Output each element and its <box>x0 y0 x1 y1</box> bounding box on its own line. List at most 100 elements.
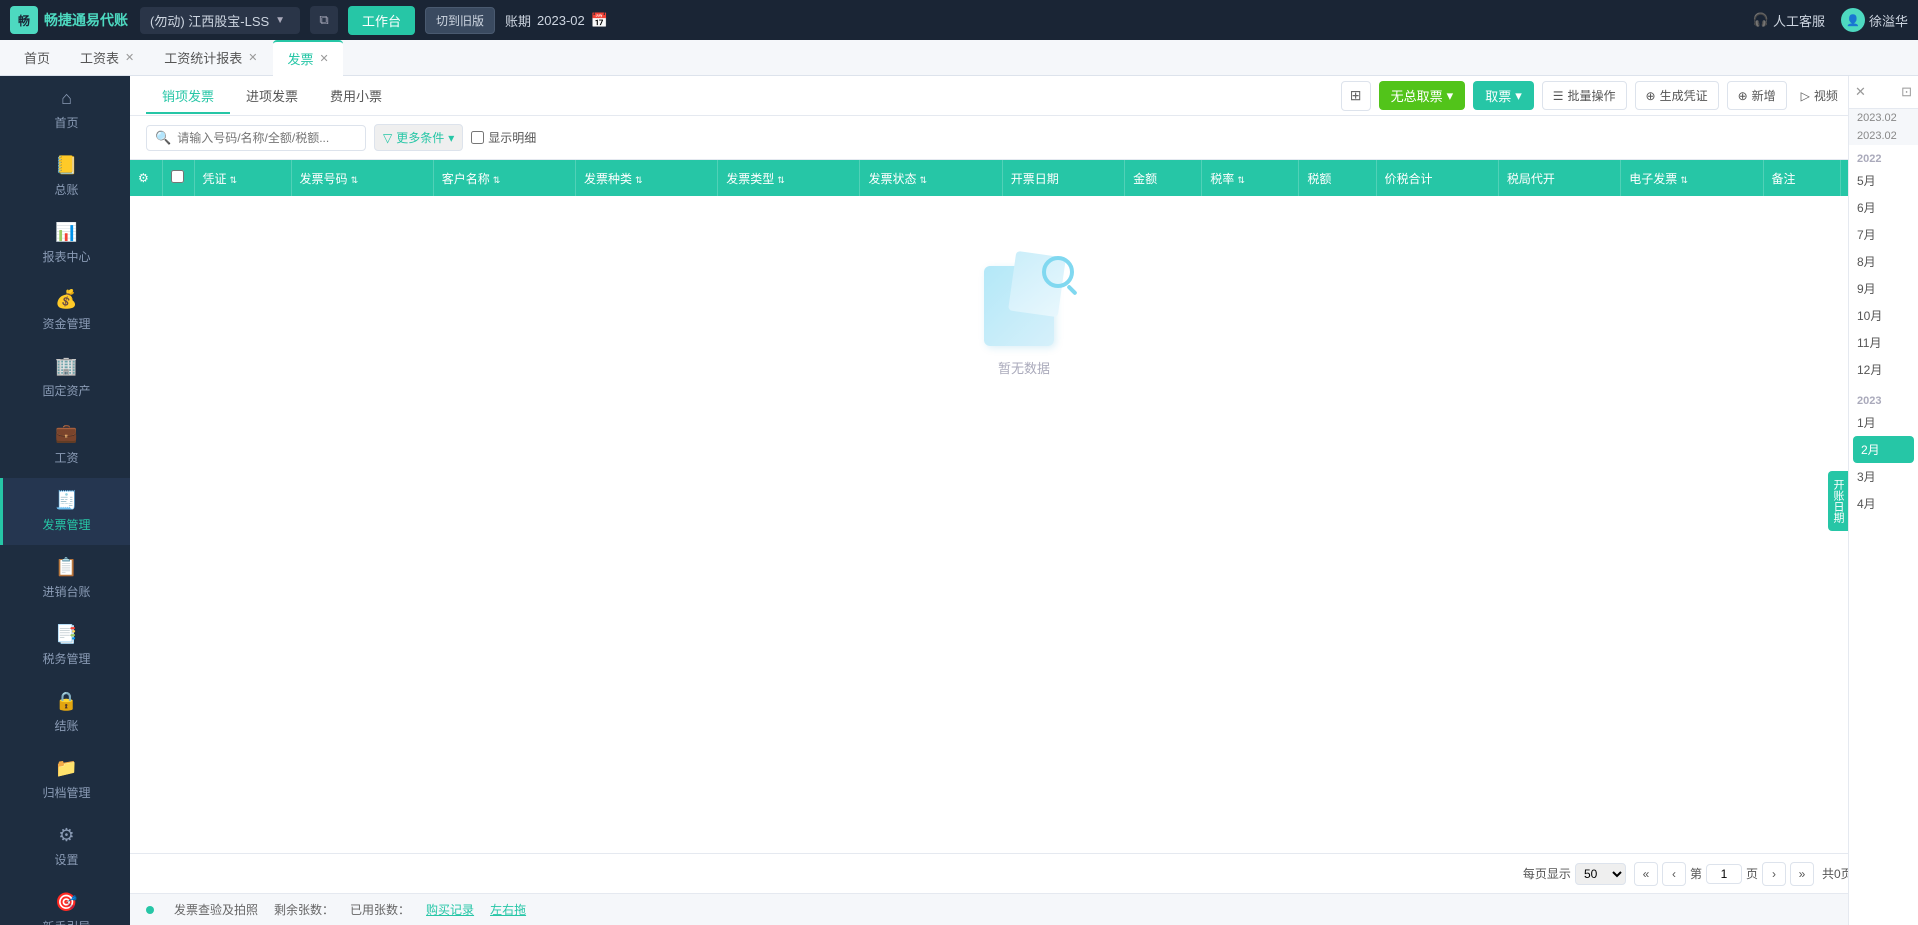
company-dropdown-arrow: ▼ <box>275 15 285 26</box>
last-page-button[interactable]: » <box>1790 862 1814 886</box>
drag-hint-link[interactable]: 左右拖 <box>490 901 526 918</box>
closing-icon: 🔒 <box>55 691 77 712</box>
th-tax-code: 税局代开 <box>1498 160 1620 196</box>
th-customer: 客户名称⇅ <box>433 160 575 196</box>
page-size-dropdown[interactable]: 50 10 20 100 <box>1575 863 1626 885</box>
buy-records-link[interactable]: 购买记录 <box>426 901 474 918</box>
sidebar-item-purchase-sales[interactable]: 📋 进销台账 <box>0 545 130 612</box>
date-panel-close-icon[interactable]: ✕ <box>1855 84 1866 100</box>
date-month-5[interactable]: 5月 <box>1849 167 1918 194</box>
date-month-2023-4[interactable]: 4月 <box>1849 490 1918 517</box>
no-tax-dropdown-icon: ▾ <box>1447 88 1454 104</box>
next-page-button[interactable]: › <box>1762 862 1786 886</box>
sidebar-archive-label: 归档管理 <box>42 784 90 801</box>
prev-page-button[interactable]: ‹ <box>1662 862 1686 886</box>
search-input[interactable] <box>177 131 357 145</box>
tab-invoice[interactable]: 发票 ✕ <box>273 40 342 76</box>
video-button[interactable]: ▷ 视频 <box>1795 82 1844 109</box>
open-period-side-btn[interactable]: 开账日期 <box>1828 471 1848 531</box>
date-month-10[interactable]: 10月 <box>1849 302 1918 329</box>
copy-icon-btn[interactable]: ⧉ <box>310 6 338 34</box>
sidebar-item-invoice[interactable]: 🧾 发票管理 <box>0 478 130 545</box>
sub-tabs: 销项发票 进项发票 费用小票 ⊞ 无总取票 ▾ 取票 ▾ ☰ <box>130 76 1918 116</box>
finance-icon: 💰 <box>55 289 77 310</box>
sidebar-item-reports[interactable]: 📊 报表中心 <box>0 210 130 277</box>
switch-old-button[interactable]: 切到旧版 <box>425 7 495 34</box>
company-selector[interactable]: (勿动) 江西股宝-LSS ▼ <box>140 7 300 34</box>
tab-invoice-label: 发票 <box>287 49 313 68</box>
reports-icon: 📊 <box>55 222 77 243</box>
purchase-sales-icon: 📋 <box>55 557 77 578</box>
sidebar-item-home[interactable]: ⌂ 首页 <box>0 76 130 143</box>
sidebar-ledger-label: 总账 <box>54 181 78 198</box>
th-settings: ⚙ <box>130 160 162 196</box>
gen-voucher-button[interactable]: ⊕ 生成凭证 <box>1635 81 1719 110</box>
current-page-input[interactable] <box>1706 864 1742 884</box>
video-label: 视频 <box>1814 87 1838 104</box>
human-service-button[interactable]: 🎧 人工客服 <box>1753 11 1825 30</box>
tab-salary-report-label: 工资统计报表 <box>164 48 242 67</box>
pagination-bar: 每页显示 50 10 20 100 « ‹ 第 页 › » 共0页, 0条记录 <box>130 853 1918 893</box>
sidebar-item-guide[interactable]: 🎯 新手引导 <box>0 880 130 925</box>
date-month-6[interactable]: 6月 <box>1849 194 1918 221</box>
date-month-9[interactable]: 9月 <box>1849 275 1918 302</box>
video-icon: ▷ <box>1801 89 1810 103</box>
sidebar-item-finance[interactable]: 💰 资金管理 <box>0 277 130 344</box>
sidebar-purchase-sales-label: 进销台账 <box>42 583 90 600</box>
show-detail-checkbox[interactable] <box>471 131 484 144</box>
sidebar-item-tax[interactable]: 📑 税务管理 <box>0 612 130 679</box>
tax-label: 取票 <box>1485 86 1511 105</box>
sidebar-item-archive[interactable]: 📁 归档管理 <box>0 746 130 813</box>
tab-home[interactable]: 首页 <box>10 40 64 76</box>
new-button[interactable]: ⊕ 新增 <box>1727 81 1787 110</box>
date-month-12[interactable]: 12月 <box>1849 356 1918 383</box>
sidebar-item-settings[interactable]: ⚙ 设置 <box>0 813 130 880</box>
tab-salary-close[interactable]: ✕ <box>125 51 134 64</box>
tax-button[interactable]: 取票 ▾ <box>1473 81 1534 110</box>
sub-tab-expense-receipt[interactable]: 费用小票 <box>314 78 398 113</box>
sidebar-item-general-ledger[interactable]: 📒 总账 <box>0 143 130 210</box>
page-size-label: 每页显示 <box>1523 865 1571 882</box>
sidebar-item-salary[interactable]: 💼 工资 <box>0 411 130 478</box>
status-bar: 发票查验及拍照 剩余张数： 已用张数： 购买记录 左右拖 <box>130 893 1918 925</box>
search-input-wrap[interactable]: 🔍 <box>146 125 366 151</box>
tab-salary-report[interactable]: 工资统计报表 ✕ <box>150 40 271 76</box>
sidebar-item-closing[interactable]: 🔒 结账 <box>0 679 130 746</box>
top-header: 畅 畅捷通易代账 (勿动) 江西股宝-LSS ▼ ⧉ 工作台 切到旧版 账期 2… <box>0 0 1918 40</box>
date-month-7[interactable]: 7月 <box>1849 221 1918 248</box>
date-month-2023-2[interactable]: 2月 <box>1853 436 1914 463</box>
logo-icon: 畅 <box>10 6 38 34</box>
date-period-row-2: 2023.02 <box>1849 127 1918 145</box>
user-area[interactable]: 👤 徐溢华 <box>1841 8 1908 32</box>
year-label-2023: 2023 <box>1849 391 1918 409</box>
filter-button[interactable]: ▽ 更多条件 ▾ <box>374 124 463 151</box>
date-section-2023: 2023 1月 2月 3月 4月 <box>1849 387 1918 521</box>
date-month-11[interactable]: 11月 <box>1849 329 1918 356</box>
sidebar-settings-label: 设置 <box>54 851 78 868</box>
invoice-table: ⚙ 凭证⇅ 发票号码⇅ 客户名称⇅ 发票种类⇅ 发票类型⇅ 发票状态⇅ 开票日期… <box>130 160 1918 196</box>
empty-icon <box>974 256 1074 346</box>
sidebar-home-label: 首页 <box>54 114 78 131</box>
filter-dropdown-icon: ▾ <box>448 131 454 145</box>
date-month-2023-1[interactable]: 1月 <box>1849 409 1918 436</box>
date-month-8[interactable]: 8月 <box>1849 248 1918 275</box>
tab-invoice-close[interactable]: ✕ <box>320 52 329 65</box>
sub-tab-purchase-invoice[interactable]: 进项发票 <box>230 78 314 113</box>
sub-tab-sales-invoice[interactable]: 销项发票 <box>146 78 230 113</box>
date-panel-expand-icon[interactable]: ⊡ <box>1901 84 1912 100</box>
calendar-icon[interactable]: 📅 <box>591 12 608 29</box>
select-all-checkbox[interactable] <box>171 170 184 183</box>
year-label-2022: 2022 <box>1849 149 1918 167</box>
tab-salary-report-close[interactable]: ✕ <box>248 51 257 64</box>
th-remark: 备注 <box>1763 160 1840 196</box>
th-tax-total: 价税合计 <box>1376 160 1498 196</box>
tab-salary[interactable]: 工资表 ✕ <box>66 40 148 76</box>
first-page-button[interactable]: « <box>1634 862 1658 886</box>
sidebar-item-fixed-assets[interactable]: 🏢 固定资产 <box>0 344 130 411</box>
show-detail-checkbox-label[interactable]: 显示明细 <box>471 129 536 146</box>
no-tax-button[interactable]: 无总取票 ▾ <box>1379 81 1466 110</box>
grid-config-button[interactable]: ⊞ <box>1341 81 1371 111</box>
date-month-2023-3[interactable]: 3月 <box>1849 463 1918 490</box>
workbench-button[interactable]: 工作台 <box>348 6 415 35</box>
batch-ops-button[interactable]: ☰ 批量操作 <box>1542 81 1627 110</box>
